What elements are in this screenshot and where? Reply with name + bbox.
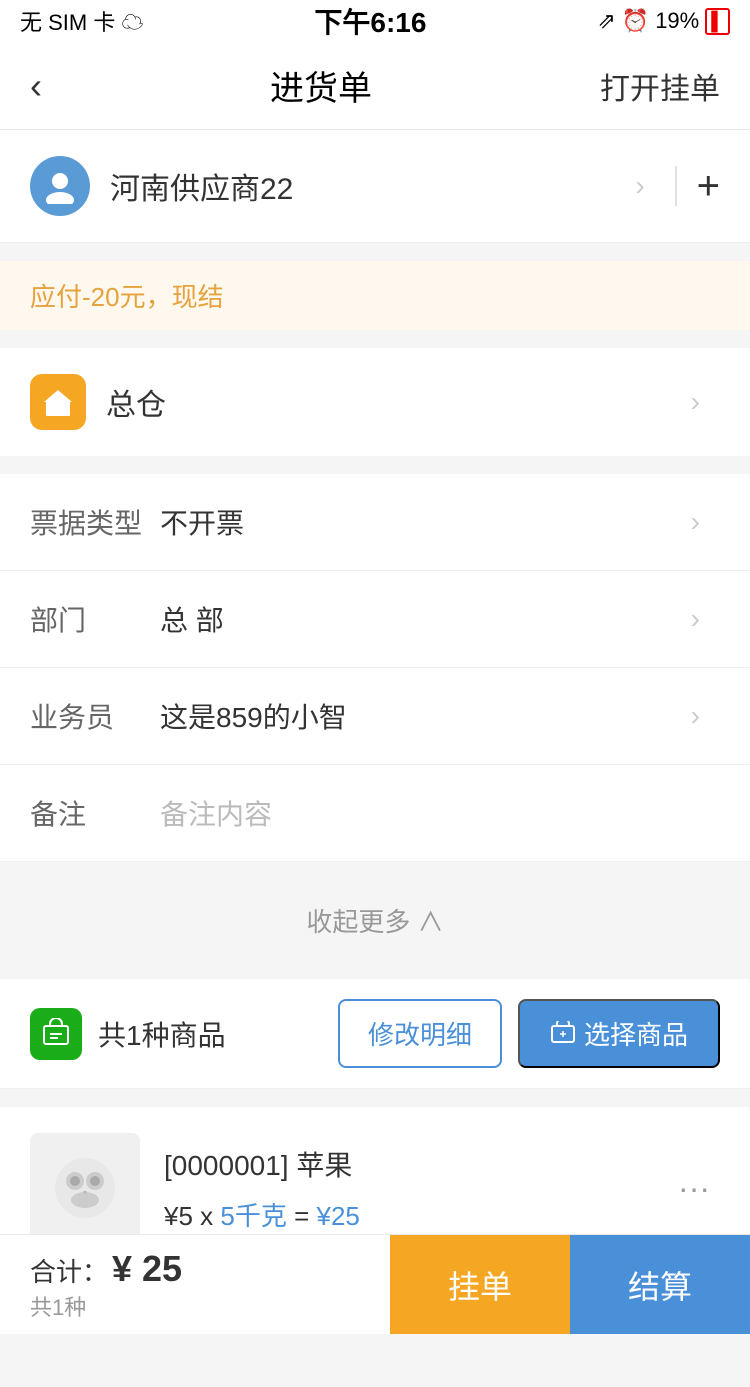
product-qty: 5千克: [220, 1201, 286, 1231]
invoice-type-value: 不开票: [160, 502, 691, 542]
checkout-button[interactable]: 结算: [570, 1235, 750, 1334]
remark-row[interactable]: 备注 备注内容: [0, 765, 750, 862]
chevron-right-icon: ›: [691, 506, 700, 538]
bottom-bar: 合计： ¥ 25 共1种 挂单 结算: [0, 1234, 750, 1334]
product-name: [0000001] 苹果: [164, 1144, 668, 1184]
remark-label: 备注: [30, 793, 160, 833]
suspend-button[interactable]: 挂单: [390, 1235, 570, 1334]
product-more-button[interactable]: ···: [668, 1160, 720, 1217]
chevron-right-icon: ›: [691, 603, 700, 635]
total-section: 合计： ¥ 25 共1种: [0, 1235, 390, 1334]
supplier-section: 河南供应商22 › +: [0, 130, 750, 243]
battery-level: 19%: [655, 8, 699, 34]
supplier-row[interactable]: 河南供应商22 › +: [0, 130, 750, 243]
status-left: 无 SIM 卡 ☁: [20, 5, 143, 37]
edit-detail-button[interactable]: 修改明细: [338, 999, 502, 1068]
total-amount: ¥ 25: [112, 1248, 182, 1290]
product-total: ¥25: [317, 1201, 360, 1231]
product-price: ¥5 x: [164, 1201, 220, 1231]
invoice-type-row[interactable]: 票据类型 不开票 ›: [0, 474, 750, 571]
product-thumbnail: [30, 1133, 140, 1243]
status-bar: 无 SIM 卡 ☁ 下午6:16 ⇗ ⏰ 19% ▌: [0, 0, 750, 42]
invoice-type-label: 票据类型: [30, 502, 160, 542]
department-label: 部门: [30, 599, 160, 639]
supplier-avatar: [30, 156, 90, 216]
nav-bar: ‹ 进货单 打开挂单: [0, 42, 750, 130]
salesperson-label: 业务员: [30, 696, 160, 736]
department-value: 总 部: [160, 599, 691, 639]
salesperson-value: 这是859的小智: [160, 696, 691, 736]
supplier-name: 河南供应商22: [110, 164, 635, 208]
status-time: 下午6:16: [314, 1, 426, 41]
total-count: 共1种: [30, 1290, 390, 1322]
open-suspend-button[interactable]: 打开挂单: [600, 64, 720, 108]
location-icon: ⇗: [597, 8, 615, 34]
department-row[interactable]: 部门 总 部 ›: [0, 571, 750, 668]
warehouse-name: 总仓: [106, 380, 691, 424]
battery-icon: ▌: [705, 8, 730, 35]
product-count-icon: [30, 1008, 82, 1060]
status-right: ⇗ ⏰ 19% ▌: [597, 8, 730, 35]
page-title: 进货单: [270, 61, 372, 110]
product-equals: =: [294, 1201, 316, 1231]
product-title: 苹果: [296, 1150, 352, 1181]
product-header: 共1种商品 修改明细 选择商品: [0, 979, 750, 1089]
product-count-text: 共1种商品: [98, 1014, 338, 1054]
chevron-right-icon: ›: [691, 386, 700, 418]
warehouse-row[interactable]: 总仓 ›: [0, 348, 750, 456]
chevron-right-icon: ›: [635, 170, 644, 202]
salesperson-row[interactable]: 业务员 这是859的小智 ›: [0, 668, 750, 765]
divider: [675, 166, 677, 206]
total-label: 合计：: [30, 1252, 108, 1289]
product-info: [0000001] 苹果 ¥5 x 5千克 = ¥25: [164, 1144, 668, 1233]
form-section: 票据类型 不开票 › 部门 总 部 › 业务员 这是859的小智 › 备注 备注…: [0, 474, 750, 862]
select-product-label: 选择商品: [584, 1015, 688, 1052]
add-supplier-button[interactable]: +: [697, 164, 720, 209]
select-product-button[interactable]: 选择商品: [518, 999, 720, 1068]
back-button[interactable]: ‹: [30, 65, 42, 107]
remark-placeholder: 备注内容: [160, 793, 720, 833]
product-detail: ¥5 x 5千克 = ¥25: [164, 1196, 668, 1233]
chevron-right-icon: ›: [691, 700, 700, 732]
product-code: [0000001]: [164, 1150, 296, 1181]
collapse-bar[interactable]: 收起更多 ∧: [0, 880, 750, 961]
notice-bar: 应付-20元，现结: [0, 261, 750, 330]
alarm-icon: ⏰: [622, 8, 649, 34]
warehouse-icon: [30, 374, 86, 430]
sim-status: 无 SIM 卡 ☁: [20, 5, 143, 37]
